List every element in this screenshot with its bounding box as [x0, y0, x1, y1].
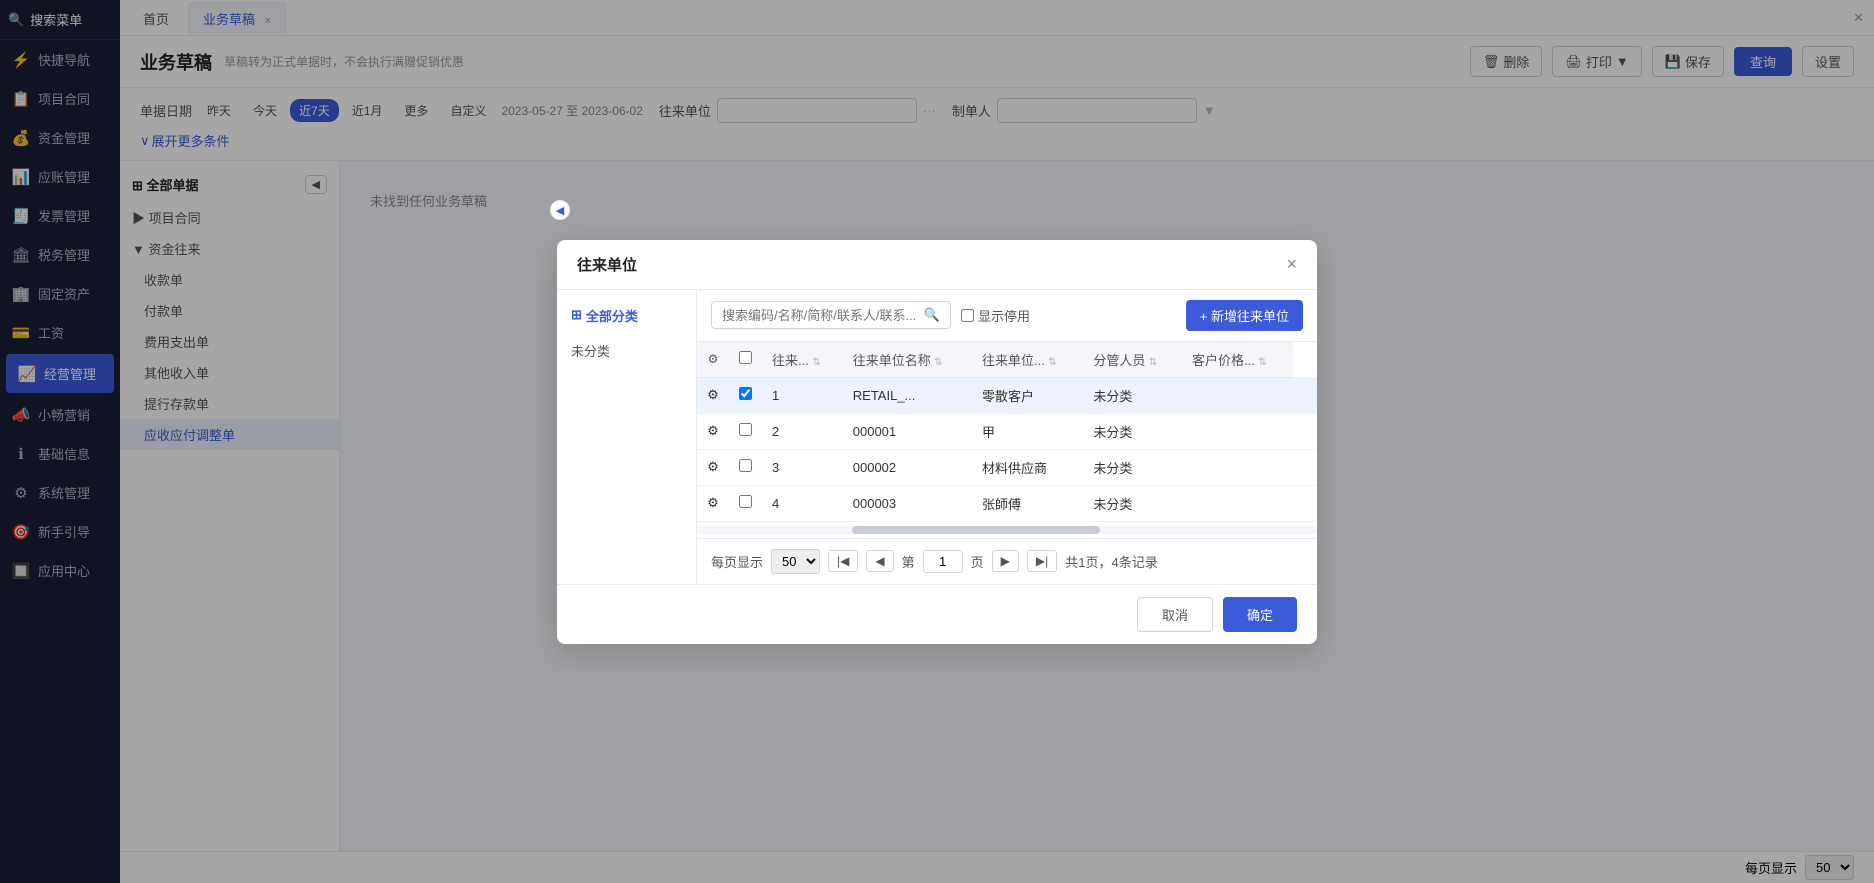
dialog-footer: 取消 确定	[557, 584, 1317, 644]
per-page-select[interactable]: 50	[771, 549, 820, 574]
row-code: 000002	[843, 449, 972, 485]
first-page-button[interactable]: |◀	[828, 550, 858, 572]
dialog-body: ⊞ 全部分类 未分类 ◀ 🔍	[557, 290, 1317, 584]
row-category: 未分类	[1083, 413, 1182, 449]
page-number-input[interactable]	[923, 550, 963, 573]
select-all-checkbox[interactable]	[739, 351, 752, 364]
row-settings-icon: ⚙	[697, 449, 729, 485]
dialog-close-button[interactable]: ×	[1286, 254, 1297, 275]
th-name: 往来单位名称 ⇅	[843, 342, 972, 378]
table-row[interactable]: ⚙ 2 000001 甲 未分类	[697, 413, 1317, 449]
row-checkbox[interactable]	[739, 423, 752, 436]
table-body: ⚙ 1 RETAIL_... 零散客户 未分类 ⚙ 2 000001 甲 未分类…	[697, 377, 1317, 521]
dialog-pagination: 每页显示 50 |◀ ◀ 第 页 ▶ ▶| 共1页，4条记录	[697, 538, 1317, 584]
th-manager: 分管人员 ⇅	[1083, 342, 1182, 378]
prev-page-button[interactable]: ◀	[866, 550, 893, 572]
show-disabled-checkbox[interactable]	[961, 309, 974, 322]
search-box: 🔍	[711, 301, 951, 329]
dialog-toolbar: 🔍 显示停用 + 新增往来单位	[697, 290, 1317, 342]
table-row[interactable]: ⚙ 1 RETAIL_... 零散客户 未分类	[697, 377, 1317, 413]
row-checkbox-cell[interactable]	[729, 485, 762, 521]
table-row[interactable]: ⚙ 4 000003 张師傅 未分类	[697, 485, 1317, 521]
row-category: 未分类	[1083, 377, 1182, 413]
row-name: 甲	[972, 413, 1083, 449]
next-page-button[interactable]: ▶	[992, 550, 1019, 572]
dialog-left-item-uncategorized[interactable]: 未分类	[557, 333, 696, 368]
row-name: 零散客户	[972, 377, 1083, 413]
row-price	[1293, 449, 1317, 485]
row-num: 4	[762, 485, 843, 521]
row-code: 000001	[843, 413, 972, 449]
partner-table: ⚙ 往来... ⇅ 往来单位名称 ⇅ 往来单位... ⇅ 分管人员 ⇅ 客户价格…	[697, 342, 1317, 522]
row-checkbox-cell[interactable]	[729, 377, 762, 413]
th-category: 往来单位... ⇅	[972, 342, 1083, 378]
row-settings-icon: ⚙	[697, 413, 729, 449]
row-checkbox-cell[interactable]	[729, 449, 762, 485]
show-disabled-label[interactable]: 显示停用	[961, 306, 1030, 325]
row-category: 未分类	[1083, 485, 1182, 521]
row-num: 1	[762, 377, 843, 413]
modal-overlay: 往来单位 × ⊞ 全部分类 未分类 ◀	[0, 0, 1874, 883]
th-price: 客户价格... ⇅	[1182, 342, 1293, 378]
row-code: 000003	[843, 485, 972, 521]
dialog-left-panel: ⊞ 全部分类 未分类 ◀	[557, 290, 697, 584]
row-name: 材料供应商	[972, 449, 1083, 485]
total-label: 共1页，4条记录	[1065, 552, 1157, 571]
page-label-suffix: 页	[971, 552, 984, 571]
cancel-button[interactable]: 取消	[1137, 597, 1213, 632]
th-checkbox	[729, 342, 762, 378]
table-head: ⚙ 往来... ⇅ 往来单位名称 ⇅ 往来单位... ⇅ 分管人员 ⇅ 客户价格…	[697, 342, 1317, 378]
row-price	[1293, 377, 1317, 413]
row-settings-icon: ⚙	[697, 485, 729, 521]
dialog-left-title: ⊞ 全部分类	[557, 300, 696, 333]
row-num: 3	[762, 449, 843, 485]
dialog-table: ⚙ 往来... ⇅ 往来单位名称 ⇅ 往来单位... ⇅ 分管人员 ⇅ 客户价格…	[697, 342, 1317, 538]
last-page-button[interactable]: ▶|	[1027, 550, 1057, 572]
search-icon: 🔍	[924, 307, 940, 323]
dialog-header: 往来单位 ×	[557, 240, 1317, 290]
table-row[interactable]: ⚙ 3 000002 材料供应商 未分类	[697, 449, 1317, 485]
grid-icon: ⊞	[571, 307, 582, 323]
row-checkbox-cell[interactable]	[729, 413, 762, 449]
confirm-button[interactable]: 确定	[1223, 597, 1297, 632]
row-manager	[1182, 449, 1293, 485]
per-page-label: 每页显示	[711, 552, 763, 571]
row-settings-icon: ⚙	[697, 377, 729, 413]
horizontal-scrollbar[interactable]	[697, 526, 1317, 534]
row-price	[1293, 413, 1317, 449]
partner-dialog: 往来单位 × ⊞ 全部分类 未分类 ◀	[557, 240, 1317, 644]
row-manager	[1182, 377, 1293, 413]
row-price	[1293, 485, 1317, 521]
row-category: 未分类	[1083, 449, 1182, 485]
scrollbar-thumb	[852, 526, 1100, 534]
row-manager	[1182, 485, 1293, 521]
th-code: 往来... ⇅	[762, 342, 843, 378]
row-name: 张師傅	[972, 485, 1083, 521]
partner-search-input[interactable]	[722, 308, 918, 323]
dialog-right-panel: 🔍 显示停用 + 新增往来单位 ⚙	[697, 290, 1317, 584]
add-partner-button[interactable]: + 新增往来单位	[1186, 300, 1303, 331]
page-label-prefix: 第	[902, 552, 915, 571]
row-code: RETAIL_...	[843, 377, 972, 413]
row-manager	[1182, 413, 1293, 449]
row-checkbox[interactable]	[739, 387, 752, 400]
row-num: 2	[762, 413, 843, 449]
row-checkbox[interactable]	[739, 459, 752, 472]
row-checkbox[interactable]	[739, 495, 752, 508]
dialog-title: 往来单位	[577, 254, 637, 275]
th-settings: ⚙	[697, 342, 729, 378]
